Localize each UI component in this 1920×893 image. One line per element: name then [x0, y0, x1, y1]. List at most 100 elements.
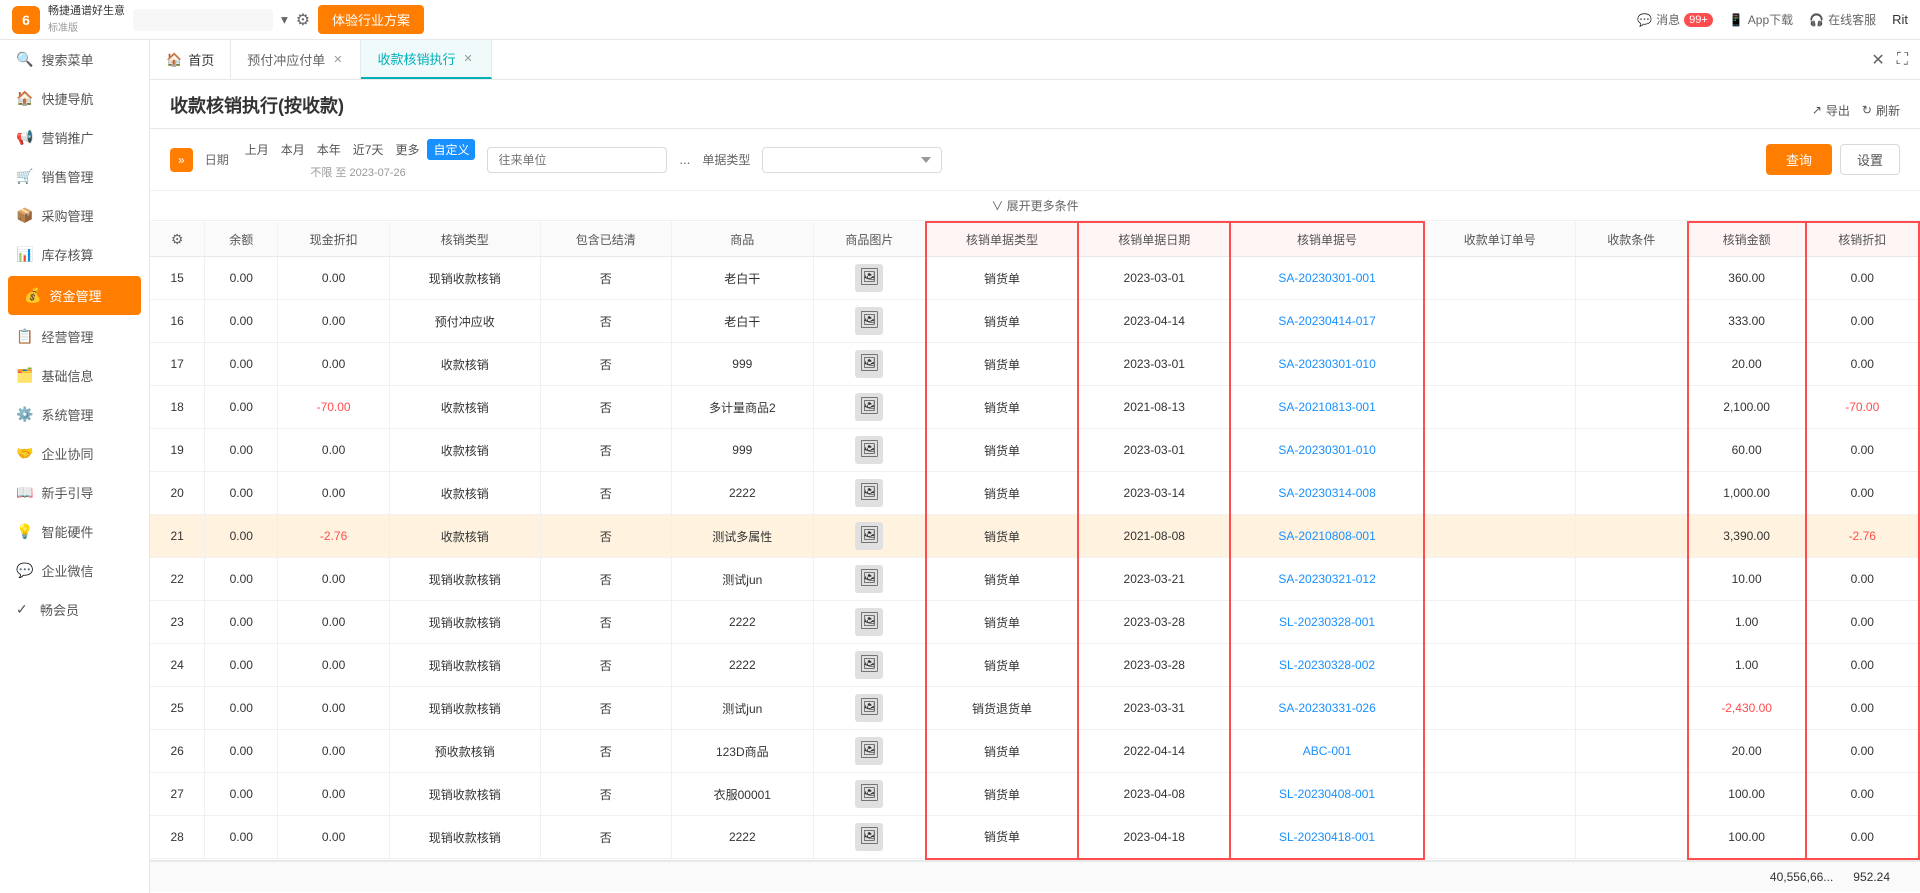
tab-bar: 🏠 首页 预付冲应付单 ✕ 收款核销执行 ✕ ✕ ⛶	[150, 40, 1920, 80]
sidebar-item-basic[interactable]: 🗂️基础信息	[0, 356, 149, 395]
app-search-input[interactable]	[133, 9, 273, 31]
sidebar-item-marketing[interactable]: 📢营销推广	[0, 118, 149, 157]
tab-receive[interactable]: 收款核销执行 ✕	[361, 40, 491, 79]
tab-home[interactable]: 🏠 首页	[150, 40, 231, 79]
sidebar-item-hardware[interactable]: 💡智能硬件	[0, 512, 149, 551]
tab-prepay[interactable]: 预付冲应付单 ✕	[231, 40, 361, 79]
date-option-more[interactable]: 更多	[391, 139, 423, 160]
verify-no-link[interactable]: SA-20230301-001	[1278, 271, 1375, 285]
sidebar-item-enterprise[interactable]: 🤝企业协同	[0, 434, 149, 473]
sidebar-label-sales: 销售管理	[41, 167, 93, 186]
app-name: 畅捷通谱好生意 标准版	[48, 5, 125, 33]
table-row: 180.00-70.00收款核销否多计量商品2🖼销货单2021-08-13SA-…	[150, 386, 1919, 429]
date-option-this-year[interactable]: 本年	[313, 139, 345, 160]
cell-goods: 2222	[671, 601, 813, 644]
date-option-7days[interactable]: 近7天	[349, 139, 388, 160]
cell-verify_date: 2023-03-28	[1078, 644, 1230, 687]
verify-no-link[interactable]: SA-20230321-012	[1278, 572, 1375, 586]
export-icon: ↗	[1812, 103, 1822, 117]
cell-settings: 18	[150, 386, 205, 429]
verify-no-link[interactable]: SL-20230418-001	[1279, 830, 1375, 844]
sidebar-label-wechat: 企业微信	[41, 561, 93, 580]
table-row: 210.00-2.76收款核销否测试多属性🖼销货单2021-08-08SA-20…	[150, 515, 1919, 558]
verify-no-link[interactable]: SA-20230301-010	[1278, 443, 1375, 457]
cell-include_settled: 否	[540, 816, 671, 859]
online-service-btn[interactable]: 🎧 在线客服	[1809, 11, 1876, 28]
cell-receipt_condition	[1575, 343, 1688, 386]
search-icon: 🔍	[16, 51, 33, 68]
sidebar-item-wechat[interactable]: 💬企业微信	[0, 551, 149, 590]
sidebar-item-inventory[interactable]: 📊库存核算	[0, 235, 149, 274]
verify-no-link[interactable]: SA-20210813-001	[1278, 400, 1375, 414]
date-options: 上月 本月 本年 近7天 更多 自定义	[241, 139, 476, 160]
tab-receive-close[interactable]: ✕	[461, 51, 474, 66]
cell-goods_img: 🖼	[813, 343, 926, 386]
tab-close-window-btn[interactable]: ✕	[1867, 46, 1888, 74]
verify-no-link[interactable]: SA-20230314-008	[1278, 486, 1375, 500]
table-row: 170.000.00收款核销否999🖼销货单2023-03-01SA-20230…	[150, 343, 1919, 386]
cell-verify_type: 现销收款核销	[389, 601, 540, 644]
cell-verify_type: 现销收款核销	[389, 816, 540, 859]
message-btn[interactable]: 💬 消息 99+	[1637, 11, 1713, 28]
filter-settings-btn[interactable]: 设置	[1840, 144, 1900, 175]
cell-goods: 123D商品	[671, 730, 813, 773]
cell-receipt_order_no	[1424, 472, 1575, 515]
verify-no-link[interactable]: SA-20210808-001	[1278, 529, 1375, 543]
expand-filter-btn[interactable]: »	[170, 148, 193, 172]
date-option-custom[interactable]: 自定义	[427, 139, 475, 160]
cell-verify_bill_type: 销货单	[926, 558, 1078, 601]
tab-expand-btn[interactable]: ⛶	[1893, 47, 1912, 73]
inventory-icon: 📊	[16, 246, 33, 263]
cell-settings: 20	[150, 472, 205, 515]
goods-image-thumb: 🖼	[855, 737, 883, 765]
sidebar-item-finance[interactable]: 💰资金管理	[8, 276, 141, 315]
cell-cash_discount: 0.00	[278, 343, 390, 386]
sidebar-item-purchase[interactable]: 📦采购管理	[0, 196, 149, 235]
app-download-btn[interactable]: 📱 App下载	[1729, 11, 1793, 28]
industry-solution-btn[interactable]: 体验行业方案	[318, 5, 424, 34]
expand-more-conditions-btn[interactable]: ∨ 展开更多条件	[991, 197, 1078, 214]
date-option-this-month[interactable]: 本月	[277, 139, 309, 160]
verify-no-link[interactable]: SL-20230328-002	[1279, 658, 1375, 672]
verify-no-link[interactable]: SA-20230331-026	[1278, 701, 1375, 715]
col-header-verify_amount: 核销金额	[1688, 222, 1806, 257]
date-option-last-month[interactable]: 上月	[241, 139, 273, 160]
cell-settings: 25	[150, 687, 205, 730]
sidebar-item-quick[interactable]: 🏠快捷导航	[0, 79, 149, 118]
cell-include_settled: 否	[540, 644, 671, 687]
counterpart-icon[interactable]: ...	[679, 152, 690, 167]
sidebar-item-member[interactable]: ✓畅会员	[0, 590, 149, 629]
cell-verify_date: 2023-03-28	[1078, 601, 1230, 644]
cell-settings: 16	[150, 300, 205, 343]
cell-goods: 测试jun	[671, 687, 813, 730]
verify-no-link[interactable]: ABC-001	[1303, 744, 1352, 758]
cell-goods: 2222	[671, 472, 813, 515]
sidebar-item-system[interactable]: ⚙️系统管理	[0, 395, 149, 434]
cell-balance: 0.00	[205, 300, 278, 343]
verify-no-link[interactable]: SA-20230414-017	[1278, 314, 1375, 328]
cell-receipt_condition	[1575, 558, 1688, 601]
export-btn[interactable]: ↗ 导出	[1812, 102, 1850, 119]
main-layout: 🔍搜索菜单🏠快捷导航📢营销推广🛒销售管理📦采购管理📊库存核算💰资金管理📋经营管理…	[0, 40, 1920, 893]
col-settings-icon[interactable]: ⚙	[171, 231, 184, 247]
cell-verify_bill_type: 销货单	[926, 386, 1078, 429]
tab-prepay-close[interactable]: ✕	[331, 52, 344, 67]
refresh-btn[interactable]: ↻ 刷新	[1862, 102, 1900, 119]
sidebar-item-operations[interactable]: 📋经营管理	[0, 317, 149, 356]
bill-type-select[interactable]	[762, 147, 942, 173]
verify-no-link[interactable]: SA-20230301-010	[1278, 357, 1375, 371]
table-row: 230.000.00现销收款核销否2222🖼销货单2023-03-28SL-20…	[150, 601, 1919, 644]
table-area[interactable]: ⚙余额现金折扣核销类型包含已结清商品商品图片核销单据类型核销单据日期核销单据号收…	[150, 221, 1920, 893]
gear-settings-btn[interactable]: ⚙	[296, 10, 310, 30]
cell-goods_img: 🖼	[813, 816, 926, 859]
cell-verify_bill_type: 销货单	[926, 730, 1078, 773]
counterpart-input[interactable]	[487, 147, 667, 173]
verify-no-link[interactable]: SL-20230328-001	[1279, 615, 1375, 629]
chevron-down-btn[interactable]: ▾	[281, 12, 288, 28]
query-btn[interactable]: 查询	[1766, 144, 1832, 175]
sidebar-item-guide[interactable]: 📖新手引导	[0, 473, 149, 512]
cell-goods: 多计量商品2	[671, 386, 813, 429]
sidebar-item-sales[interactable]: 🛒销售管理	[0, 157, 149, 196]
verify-no-link[interactable]: SL-20230408-001	[1279, 787, 1375, 801]
sidebar-item-search[interactable]: 🔍搜索菜单	[0, 40, 149, 79]
